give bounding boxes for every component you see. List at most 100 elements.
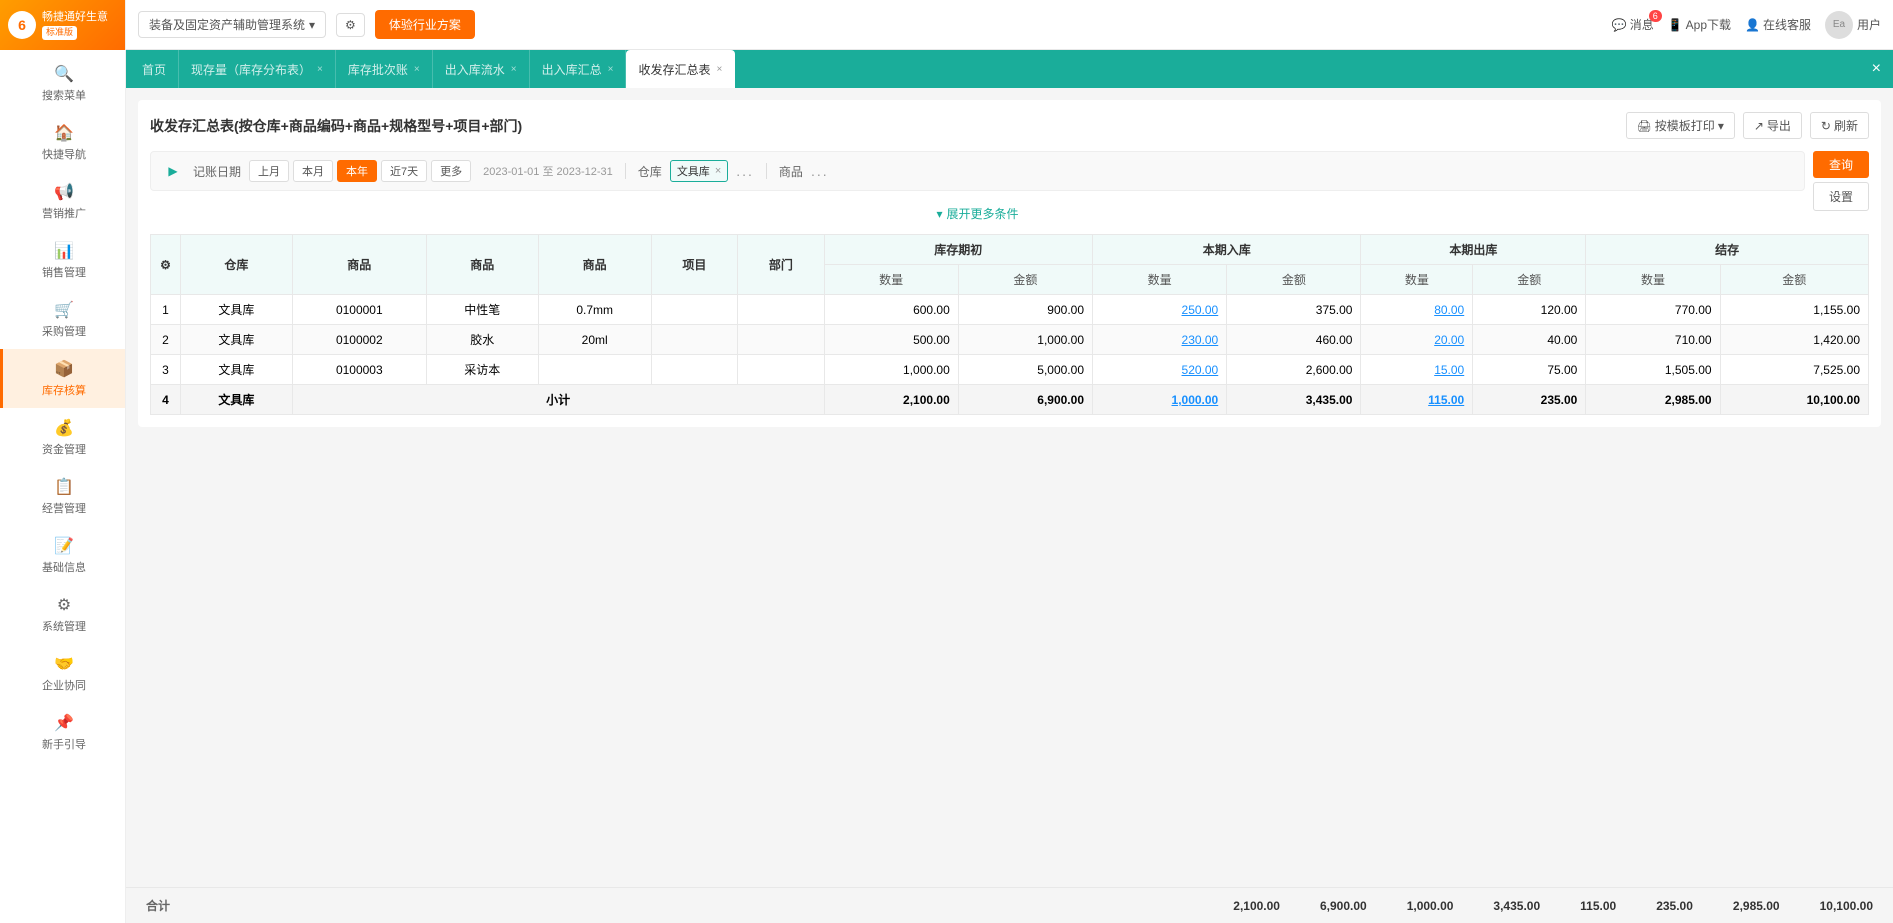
col-header-in: 本期入库 bbox=[1093, 235, 1361, 265]
col-header-opening: 库存期初 bbox=[824, 235, 1092, 265]
sidebar-item-newbie[interactable]: 📌新手引导 bbox=[0, 703, 125, 762]
filter-bar: ▶ 记账日期 上月 本月 本年 近7天 更多 2023-01-01 至 2023… bbox=[150, 151, 1805, 191]
close-tab-inout-flow[interactable]: × bbox=[511, 64, 517, 75]
remove-warehouse-tag[interactable]: × bbox=[715, 165, 721, 177]
newbie-icon: 📌 bbox=[54, 713, 74, 733]
page-card: 收发存汇总表(按仓库+商品编码+商品+规格型号+项目+部门) 🖨 按模板打印 ▾… bbox=[138, 100, 1881, 427]
sidebar-item-inventory[interactable]: 📦库存核算 bbox=[0, 349, 125, 408]
inventory-icon: 📦 bbox=[54, 359, 74, 379]
col-in-amt: 金额 bbox=[1227, 265, 1361, 295]
print-button[interactable]: 🖨 按模板打印 ▾ bbox=[1626, 112, 1735, 139]
row-department bbox=[738, 295, 824, 325]
printer-icon: 🖨 bbox=[1637, 119, 1652, 133]
row-out-qty[interactable]: 20.00 bbox=[1361, 325, 1473, 355]
row-opening-amt: 1,000.00 bbox=[958, 325, 1092, 355]
tabs-bar: 首页 现存量（库存分布表） × 库存批次账 × 出入库流水 × 出入库汇总 × … bbox=[126, 50, 1893, 88]
sidebar-item-basic_info[interactable]: 📝基础信息 bbox=[0, 526, 125, 585]
row-in-qty[interactable]: 230.00 bbox=[1093, 325, 1227, 355]
tab-inout-flow[interactable]: 出入库流水 × bbox=[433, 50, 530, 88]
row-no: 3 bbox=[151, 355, 181, 385]
table-row: 2 文具库 0100002 胶水 20ml 500.00 1,000.00 23… bbox=[151, 325, 1869, 355]
content-area: 收发存汇总表(按仓库+商品编码+商品+规格型号+项目+部门) 🖨 按模板打印 ▾… bbox=[126, 88, 1893, 887]
footer-in-qty: 1,000.00 bbox=[1407, 899, 1454, 913]
sidebar-item-operations[interactable]: 📋经营管理 bbox=[0, 467, 125, 526]
footer-out-amt: 235.00 bbox=[1656, 899, 1693, 913]
topbar: 装备及固定资产辅助管理系统 ▾ ⚙ 体验行业方案 💬 消息 6 📱 App下载 … bbox=[126, 0, 1893, 50]
tab-home[interactable]: 首页 bbox=[130, 50, 179, 88]
warehouse-more[interactable]: ... bbox=[736, 163, 754, 179]
sidebar-item-sales[interactable]: 📊销售管理 bbox=[0, 231, 125, 290]
row-project bbox=[651, 295, 737, 325]
refresh-icon: ↻ bbox=[1821, 119, 1831, 133]
close-tab-inout-summary[interactable]: × bbox=[608, 64, 614, 75]
sidebar-item-search[interactable]: 🔍搜索菜单 bbox=[0, 54, 125, 113]
row-department bbox=[738, 325, 824, 355]
phone-icon: 📱 bbox=[1668, 18, 1683, 32]
tab-inventory-dist[interactable]: 现存量（库存分布表） × bbox=[179, 50, 336, 88]
row-no: 1 bbox=[151, 295, 181, 325]
date-btn-this-month[interactable]: 本月 bbox=[293, 160, 333, 182]
row-department bbox=[738, 355, 824, 385]
footer-opening-qty: 2,100.00 bbox=[1233, 899, 1280, 913]
close-tab-batch-ledger[interactable]: × bbox=[414, 64, 420, 75]
sidebar-item-purchase[interactable]: 🛒采购管理 bbox=[0, 290, 125, 349]
row-in-qty[interactable]: 520.00 bbox=[1093, 355, 1227, 385]
operations-icon: 📋 bbox=[54, 477, 74, 497]
export-button[interactable]: ↗ 导出 bbox=[1743, 112, 1802, 139]
footer-out-qty: 115.00 bbox=[1580, 899, 1616, 913]
settings-icon-btn[interactable]: ⚙ bbox=[336, 13, 365, 37]
tab-batch-ledger[interactable]: 库存批次账 × bbox=[336, 50, 433, 88]
system-select[interactable]: 装备及固定资产辅助管理系统 ▾ bbox=[138, 11, 326, 38]
table-settings-header[interactable]: ⚙ bbox=[151, 235, 181, 295]
row-out-qty[interactable]: 15.00 bbox=[1361, 355, 1473, 385]
sidebar-item-quick_nav[interactable]: 🏠快捷导航 bbox=[0, 113, 125, 172]
col-in-qty: 数量 bbox=[1093, 265, 1227, 295]
purchase-icon: 🛒 bbox=[54, 300, 74, 320]
query-button[interactable]: 查询 bbox=[1813, 151, 1869, 178]
page-title-actions: 🖨 按模板打印 ▾ ↗ 导出 ↻ 刷新 bbox=[1626, 112, 1869, 139]
close-tab-recv-send-summary[interactable]: × bbox=[716, 64, 722, 75]
service-icon: 👤 bbox=[1745, 18, 1760, 32]
row-product-spec bbox=[538, 355, 651, 385]
system-icon: ⚙ bbox=[57, 595, 71, 615]
enterprise-icon: 🤝 bbox=[54, 654, 74, 674]
date-btn-7days[interactable]: 近7天 bbox=[381, 160, 427, 182]
close-all-tabs[interactable]: × bbox=[1864, 60, 1889, 78]
date-range-text: 2023-01-01 至 2023-12-31 bbox=[483, 163, 613, 179]
refresh-button[interactable]: ↻ 刷新 bbox=[1810, 112, 1869, 139]
app-download-action[interactable]: 📱 App下载 bbox=[1668, 16, 1731, 33]
try-industry-button[interactable]: 体验行业方案 bbox=[375, 10, 475, 39]
row-out-qty[interactable]: 80.00 bbox=[1361, 295, 1473, 325]
filter-toggle[interactable]: ▶ bbox=[163, 161, 183, 181]
row-opening-amt: 900.00 bbox=[958, 295, 1092, 325]
col-opening-qty: 数量 bbox=[824, 265, 958, 295]
expand-conditions[interactable]: ▾ 展开更多条件 bbox=[150, 201, 1805, 226]
tab-recv-send-summary[interactable]: 收发存汇总表 × bbox=[626, 50, 735, 88]
close-tab-inventory-dist[interactable]: × bbox=[317, 64, 323, 75]
product-more[interactable]: ... bbox=[811, 163, 829, 179]
row-out-amt: 75.00 bbox=[1473, 355, 1586, 385]
sidebar-item-system[interactable]: ⚙系统管理 bbox=[0, 585, 125, 644]
date-btn-more[interactable]: 更多 bbox=[431, 160, 471, 182]
online-service-action[interactable]: 👤 在线客服 bbox=[1745, 16, 1811, 33]
filter-row: 记账日期 上月 本月 本年 近7天 更多 2023-01-01 至 2023-1… bbox=[193, 160, 1792, 182]
row-opening-qty: 500.00 bbox=[824, 325, 958, 355]
date-btn-last-month[interactable]: 上月 bbox=[249, 160, 289, 182]
tab-inout-summary[interactable]: 出入库汇总 × bbox=[530, 50, 627, 88]
footer-bar: 合计 2,100.00 6,900.00 1,000.00 3,435.00 1… bbox=[126, 887, 1893, 923]
row-closing-amt: 7,525.00 bbox=[1720, 355, 1868, 385]
message-icon: 💬 bbox=[1612, 18, 1627, 32]
filter-divider bbox=[625, 163, 626, 179]
filter-settings-button[interactable]: 设置 bbox=[1813, 182, 1869, 211]
row-in-qty[interactable]: 250.00 bbox=[1093, 295, 1227, 325]
warehouse-tag: 文具库 × bbox=[670, 160, 728, 182]
sidebar-item-finance[interactable]: 💰资金管理 bbox=[0, 408, 125, 467]
page-title: 收发存汇总表(按仓库+商品编码+商品+规格型号+项目+部门) bbox=[150, 116, 522, 136]
row-out-amt: 40.00 bbox=[1473, 325, 1586, 355]
sidebar-item-marketing[interactable]: 📢营销推广 bbox=[0, 172, 125, 231]
date-btn-this-year[interactable]: 本年 bbox=[337, 160, 377, 182]
sidebar-item-enterprise[interactable]: 🤝企业协同 bbox=[0, 644, 125, 703]
messages-action[interactable]: 💬 消息 6 bbox=[1612, 16, 1654, 33]
row-closing-qty: 710.00 bbox=[1586, 325, 1720, 355]
user-menu[interactable]: Ea 用户 bbox=[1825, 11, 1881, 39]
